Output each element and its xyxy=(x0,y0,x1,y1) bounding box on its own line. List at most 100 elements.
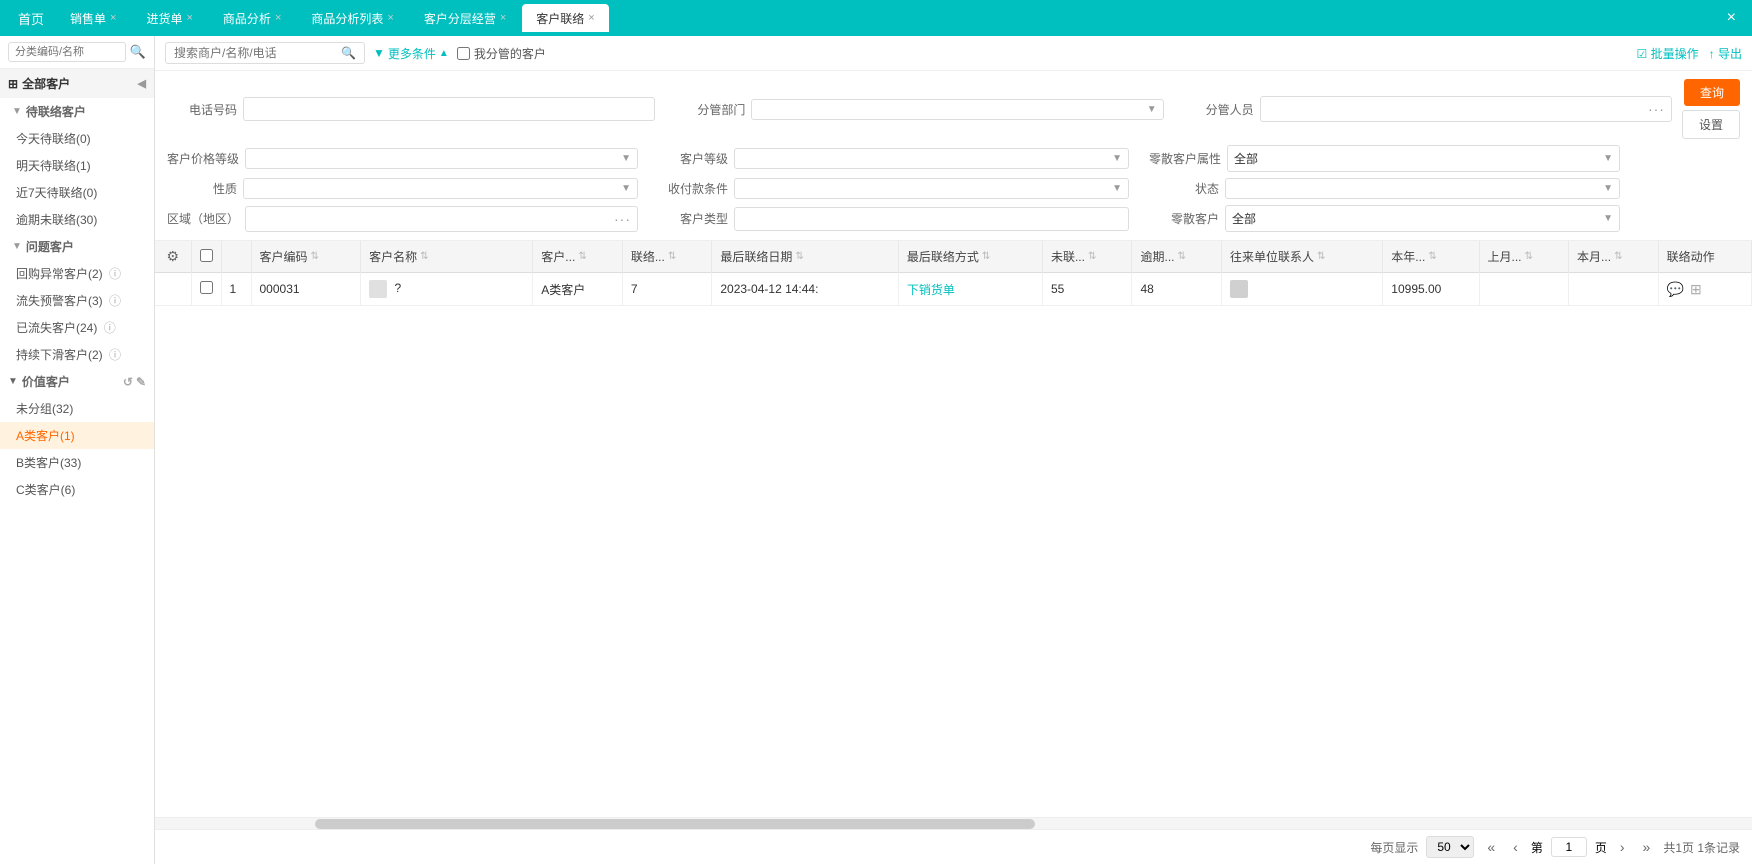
qr-icon[interactable]: ⊞ xyxy=(1690,281,1702,298)
sidebar-item-b-class[interactable]: B类客户(33) xyxy=(0,449,154,476)
filter-phone-input[interactable] xyxy=(243,97,655,121)
more-filters-label: 更多条件 xyxy=(388,45,436,62)
filter-retail-attr-select[interactable]: 全部 ▼ xyxy=(1227,145,1620,172)
nav-customer-segment-tab[interactable]: 客户分层经营 × xyxy=(410,4,520,32)
nav-purchase-tab[interactable]: 进货单 × xyxy=(132,4,206,32)
td-unit-contact xyxy=(1222,273,1383,306)
td-action: 💬 ⊞ xyxy=(1658,273,1751,306)
next-page-btn[interactable]: › xyxy=(1615,837,1630,857)
sidebar-item-tomorrow-contact[interactable]: 明天待联络(1) xyxy=(0,152,154,179)
main-search-input[interactable] xyxy=(174,46,337,60)
close-purchase-tab[interactable]: × xyxy=(186,12,192,24)
th-customer-type[interactable]: 客户...⇅ xyxy=(533,241,623,273)
prev-page-btn[interactable]: ‹ xyxy=(1508,837,1523,857)
th-customer-code[interactable]: 客户编码⇅ xyxy=(251,241,361,273)
filter-retail-select[interactable]: 全部 ▼ xyxy=(1225,205,1620,232)
customer-avatar xyxy=(369,280,387,298)
filter-customer-level-select[interactable]: ▼ xyxy=(734,148,1129,169)
th-no-contact[interactable]: 未联...⇅ xyxy=(1042,241,1132,273)
filter-manager-select[interactable]: ··· xyxy=(1260,96,1672,122)
filter-status-select[interactable]: ▼ xyxy=(1225,178,1620,199)
th-last-contact-method[interactable]: 最后联络方式⇅ xyxy=(898,241,1042,273)
sidebar-item-repurchase-abnormal[interactable]: 回购异常客户(2) ⓘ xyxy=(0,260,154,287)
select-all-checkbox[interactable] xyxy=(200,249,213,262)
filter-region-select[interactable]: ··· xyxy=(245,206,638,232)
all-customers-header[interactable]: ⊞ 全部客户 ◀ xyxy=(0,69,154,98)
nav-sales-tab[interactable]: 销售单 × xyxy=(56,4,130,32)
close-sales-tab[interactable]: × xyxy=(110,12,116,24)
more-filters-btn[interactable]: ▼ 更多条件 ▲ xyxy=(373,45,449,62)
th-last-month[interactable]: 上月...⇅ xyxy=(1479,241,1569,273)
sidebar-item-lost-warning[interactable]: 流失预警客户(3) ⓘ xyxy=(0,287,154,314)
nav-customer-contact-tab[interactable]: 客户联络 × xyxy=(522,4,608,32)
sidebar: 🔍 ⊞ 全部客户 ◀ ▼ 待联络客户 今天待联络(0) 明天待联络(1) 近7天… xyxy=(0,36,155,864)
page-size-select[interactable]: 50 xyxy=(1426,836,1474,858)
close-all-tabs[interactable]: × xyxy=(1719,9,1744,27)
sidebar-item-overdue-contact[interactable]: 逾期未联络(30) xyxy=(0,206,154,233)
nav-home-tab[interactable]: 首页 xyxy=(8,5,54,32)
collapse-sidebar-icon[interactable]: ◀ xyxy=(138,77,146,90)
query-button[interactable]: 查询 xyxy=(1684,79,1740,106)
sidebar-item-today-contact[interactable]: 今天待联络(0) xyxy=(0,125,154,152)
filter-icon: ▼ xyxy=(373,46,385,60)
nav-goods-analysis-tab[interactable]: 商品分析 × xyxy=(209,4,295,32)
problem-customers-group[interactable]: ▼ 问题客户 xyxy=(0,233,154,260)
th-this-year[interactable]: 本年...⇅ xyxy=(1383,241,1479,273)
my-customers-filter[interactable]: 我分管的客户 xyxy=(457,45,546,62)
main-search-icon[interactable]: 🔍 xyxy=(341,46,356,60)
page-input[interactable] xyxy=(1551,837,1587,857)
th-overdue[interactable]: 逾期...⇅ xyxy=(1132,241,1222,273)
problem-customers-label: 问题客户 xyxy=(26,238,74,255)
sidebar-item-7days-contact[interactable]: 近7天待联络(0) xyxy=(0,179,154,206)
sort-last-month-icon: ⇅ xyxy=(1525,251,1533,262)
filter-customer-type-input[interactable] xyxy=(734,207,1129,231)
th-this-month[interactable]: 本月...⇅ xyxy=(1569,241,1659,273)
batch-op-btn[interactable]: ☑ 批量操作 xyxy=(1637,45,1699,62)
th-last-contact-date[interactable]: 最后联络日期⇅ xyxy=(712,241,899,273)
filter-customer-type: 客户类型 xyxy=(658,207,1129,231)
last-page-btn[interactable]: » xyxy=(1638,837,1656,857)
filter-price-select[interactable]: ▼ xyxy=(245,148,638,169)
th-settings: ⚙ xyxy=(155,241,191,273)
filter-actions: 查询 设置 xyxy=(1672,79,1740,139)
main-layout: 🔍 ⊞ 全部客户 ◀ ▼ 待联络客户 今天待联络(0) 明天待联络(1) 近7天… xyxy=(0,36,1752,864)
nav-goods-analysis-list-tab[interactable]: 商品分析列表 × xyxy=(297,4,407,32)
scrollbar-thumb[interactable] xyxy=(315,819,1035,829)
sidebar-item-a-class[interactable]: A类客户(1) xyxy=(0,422,154,449)
all-customers-label: 全部客户 xyxy=(22,75,70,92)
td-customer-name: ? xyxy=(361,273,533,306)
sidebar-item-lost[interactable]: 已流失客户(24) ⓘ xyxy=(0,314,154,341)
first-page-btn[interactable]: « xyxy=(1482,837,1500,857)
td-last-month xyxy=(1479,273,1569,306)
close-goods-analysis-list-tab[interactable]: × xyxy=(387,12,393,24)
filter-nature-select[interactable]: ▼ xyxy=(243,178,638,199)
pending-contact-group[interactable]: ▼ 待联络客户 xyxy=(0,98,154,125)
th-unit-contact[interactable]: 往来单位联系人⇅ xyxy=(1222,241,1383,273)
settings-button[interactable]: 设置 xyxy=(1682,110,1740,139)
comment-icon[interactable]: 💬 xyxy=(1667,281,1684,298)
sidebar-search-input[interactable] xyxy=(8,42,126,62)
sort-customer-code-icon: ⇅ xyxy=(311,251,319,262)
edit-icon[interactable]: ✎ xyxy=(136,375,146,389)
refresh-icon[interactable]: ↺ xyxy=(123,375,133,389)
sidebar-item-declining[interactable]: 持续下滑客户(2) ⓘ xyxy=(0,341,154,368)
row-checkbox[interactable] xyxy=(200,281,213,294)
table-settings-icon[interactable]: ⚙ xyxy=(166,248,179,264)
td-overdue: 48 xyxy=(1132,273,1222,306)
sidebar-search-icon[interactable]: 🔍 xyxy=(130,44,146,60)
close-goods-analysis-tab[interactable]: × xyxy=(275,12,281,24)
my-customers-checkbox[interactable] xyxy=(457,47,470,60)
close-customer-segment-tab[interactable]: × xyxy=(500,12,506,24)
sidebar-item-c-class[interactable]: C类客户(6) xyxy=(0,476,154,503)
info-icon-4: ⓘ xyxy=(109,348,121,362)
export-btn[interactable]: ↑ 导出 xyxy=(1709,45,1742,62)
horizontal-scrollbar[interactable] xyxy=(155,817,1752,829)
th-contact[interactable]: 联络...⇅ xyxy=(622,241,712,273)
filter-payment-select[interactable]: ▼ xyxy=(734,178,1129,199)
close-customer-contact-tab[interactable]: × xyxy=(588,12,594,24)
last-contact-method-link[interactable]: 下销货单 xyxy=(907,283,955,297)
sidebar-item-ungrouped[interactable]: 未分组(32) xyxy=(0,395,154,422)
filter-dept-select[interactable]: ▼ xyxy=(751,99,1163,120)
th-customer-name[interactable]: 客户名称⇅ xyxy=(361,241,533,273)
value-customers-group[interactable]: ▼ 价值客户 ↺ ✎ xyxy=(0,368,154,395)
